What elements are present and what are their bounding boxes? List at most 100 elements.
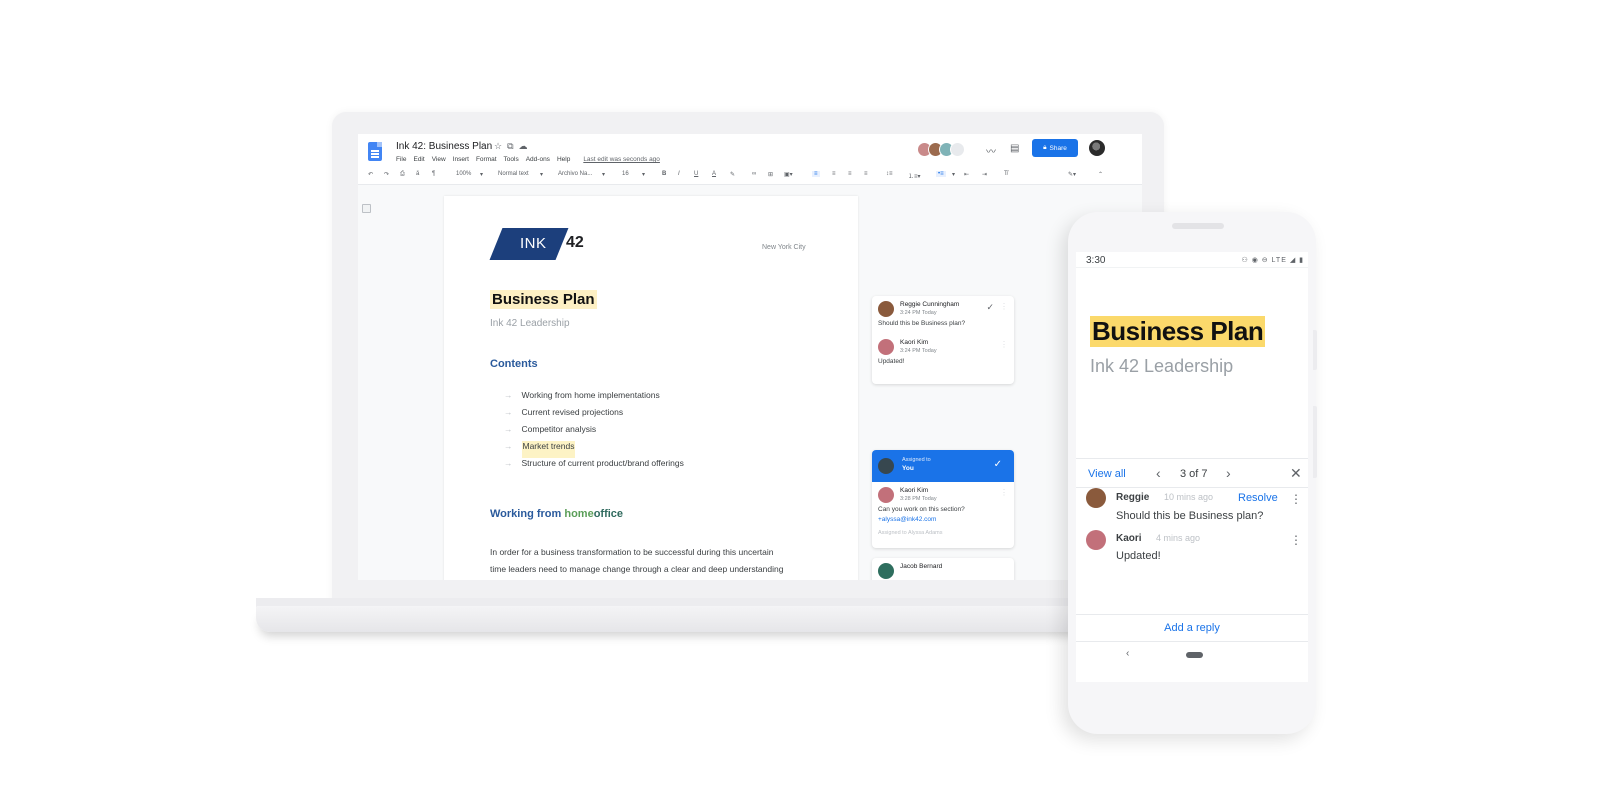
collapse-toolbar-icon[interactable]: ⌃ — [1098, 171, 1103, 178]
mention-link[interactable]: +alyssa@ink42.com — [872, 516, 1014, 528]
assigned-comment-card[interactable]: Assigned to You ✓ Kaori Kim 3:28 PM Toda… — [872, 450, 1014, 548]
chevron-down-icon: ▾ — [642, 172, 646, 178]
increase-indent-icon[interactable]: ⇥ — [982, 171, 987, 178]
italic-button[interactable]: I — [678, 171, 680, 177]
chevron-down-icon: ▾ — [540, 172, 544, 178]
line-spacing-icon[interactable]: ↕≡ — [886, 171, 893, 177]
document-subtitle: Ink 42 Leadership — [1090, 356, 1234, 376]
toc-item[interactable]: → Working from home implementations — [504, 390, 684, 407]
add-comment-icon[interactable]: ⊞ — [768, 171, 773, 178]
font-size-select[interactable]: 16 — [622, 171, 629, 177]
more-vert-icon[interactable]: ⋮ — [1000, 488, 1008, 497]
lock-icon: 🔒︎ — [1043, 144, 1047, 151]
view-all-link[interactable]: View all — [1088, 468, 1126, 480]
avatar — [878, 487, 894, 503]
menu-bar: File Edit View Insert Format Tools Add-o… — [396, 156, 660, 163]
document-subtitle: Ink 42 Leadership — [490, 318, 570, 329]
menu-addons[interactable]: Add-ons — [526, 156, 550, 163]
toc-item[interactable]: → Competitor analysis — [504, 424, 684, 441]
toc-item[interactable]: → Current revised projections — [504, 407, 684, 424]
editing-mode-icon[interactable]: ✎▾ — [1068, 171, 1076, 178]
arrow-icon: → — [504, 441, 513, 451]
star-icon[interactable]: ☆ — [494, 141, 507, 151]
chevron-down-icon: ▾ — [480, 172, 484, 178]
clear-formatting-icon[interactable]: T̸ — [1004, 171, 1008, 177]
justify-icon[interactable]: ≡ — [864, 171, 868, 177]
undo-icon[interactable]: ↶ — [368, 171, 373, 178]
numbered-list-icon[interactable]: ⒈≡▾ — [908, 171, 921, 180]
avatar — [1086, 488, 1106, 508]
laptop-screen: Ink 42: Business Plan ☆⧉☁ File Edit View… — [358, 134, 1142, 580]
underline-button[interactable]: U — [694, 171, 698, 177]
home-nav-pill[interactable] — [1186, 652, 1203, 658]
chevron-down-icon: ▾ — [602, 172, 606, 178]
resolve-button[interactable]: Resolve — [1238, 492, 1278, 504]
status-icons: ⚇ ◉ ⊖ LTE ◢ ▮ — [1241, 257, 1304, 264]
docs-logo-icon[interactable] — [368, 142, 382, 161]
spellcheck-icon[interactable]: ǎ — [416, 171, 419, 177]
close-icon[interactable]: ✕ — [1290, 465, 1302, 482]
zoom-select[interactable]: 100% — [456, 171, 471, 177]
comment-card[interactable]: Reggie Cunningham 3:24 PM Today ✓ ⋮ Shou… — [872, 296, 1014, 384]
document-title: Business Plan — [1090, 316, 1266, 347]
section-heading: Working from homeoffice — [490, 508, 624, 520]
text-color-button[interactable]: A — [712, 171, 716, 177]
comment-card[interactable]: Jacob Bernard — [872, 558, 1014, 580]
more-collaborators-icon[interactable] — [950, 142, 965, 157]
cloud-status-icon[interactable]: ☁ — [519, 141, 533, 151]
phone-volume-button — [1313, 406, 1317, 478]
style-select[interactable]: Normal text — [498, 171, 529, 177]
font-select[interactable]: Archivo Na... — [558, 171, 592, 177]
arrow-icon: → — [504, 424, 513, 434]
decrease-indent-icon[interactable]: ⇤ — [964, 171, 969, 178]
toc-item[interactable]: → Structure of current product/brand offe… — [504, 458, 684, 475]
arrow-icon: → — [504, 458, 513, 468]
document-outline-icon[interactable] — [362, 204, 371, 213]
comment-history-icon[interactable]: ▤ — [1010, 143, 1019, 154]
avatar — [878, 458, 894, 474]
doc-title[interactable]: Ink 42: Business Plan — [396, 141, 492, 152]
location-text: New York City — [762, 244, 806, 251]
collaborator-avatars — [917, 142, 965, 157]
document-title: Business Plan — [490, 290, 597, 309]
more-vert-icon[interactable]: ⋮ — [1290, 492, 1302, 506]
link-icon[interactable]: ∞ — [752, 171, 756, 177]
menu-tools[interactable]: Tools — [504, 156, 519, 163]
comment-text: Should this be Business plan? — [878, 320, 966, 327]
mark-done-check-icon[interactable]: ✓ — [994, 459, 1002, 470]
highlight-icon[interactable]: ✎ — [730, 171, 735, 178]
chevron-left-icon[interactable]: ‹ — [1156, 465, 1161, 481]
menu-edit[interactable]: Edit — [413, 156, 424, 163]
folder-move-icon[interactable]: ⧉ — [507, 141, 518, 151]
more-vert-icon[interactable]: ⋮ — [1290, 533, 1302, 547]
align-left-icon[interactable]: ≡ — [812, 171, 820, 177]
menu-help[interactable]: Help — [557, 156, 570, 163]
paint-format-icon[interactable]: ¶ — [432, 171, 435, 177]
toc-item[interactable]: → Market trends — [504, 441, 684, 458]
menu-view[interactable]: View — [432, 156, 446, 163]
resolve-check-icon[interactable]: ✓ — [986, 302, 994, 313]
redo-icon[interactable]: ↷ — [384, 171, 389, 178]
account-avatar[interactable] — [1089, 140, 1105, 156]
document-page[interactable]: INK 42 New York City Business Plan Ink 4… — [444, 196, 858, 580]
comment-navigator: View all ‹ 3 of 7 › ✕ — [1076, 458, 1308, 488]
more-vert-icon[interactable]: ⋮ — [1000, 302, 1008, 311]
back-nav-icon[interactable]: ‹ — [1126, 648, 1129, 659]
bold-button[interactable]: B — [662, 171, 666, 177]
insert-image-icon[interactable]: ▣▾ — [784, 171, 793, 178]
chevron-right-icon[interactable]: › — [1226, 465, 1231, 481]
status-bar: 3:30 ⚇ ◉ ⊖ LTE ◢ ▮ — [1076, 252, 1308, 268]
bulleted-list-icon[interactable]: •≡ — [936, 171, 946, 177]
share-button[interactable]: 🔒︎ Share — [1032, 139, 1078, 157]
add-reply-button[interactable]: Add a reply — [1076, 622, 1308, 634]
align-right-icon[interactable]: ≡ — [848, 171, 852, 177]
print-icon[interactable]: ⎙ — [400, 171, 405, 178]
menu-format[interactable]: Format — [476, 156, 497, 163]
last-edit-link[interactable]: Last edit was seconds ago — [583, 156, 660, 163]
more-vert-icon[interactable]: ⋮ — [1000, 340, 1008, 349]
align-center-icon[interactable]: ≡ — [832, 171, 836, 177]
status-time: 3:30 — [1086, 255, 1106, 266]
activity-trend-icon[interactable]: 〰 — [986, 143, 996, 158]
menu-insert[interactable]: Insert — [453, 156, 469, 163]
menu-file[interactable]: File — [396, 156, 406, 163]
